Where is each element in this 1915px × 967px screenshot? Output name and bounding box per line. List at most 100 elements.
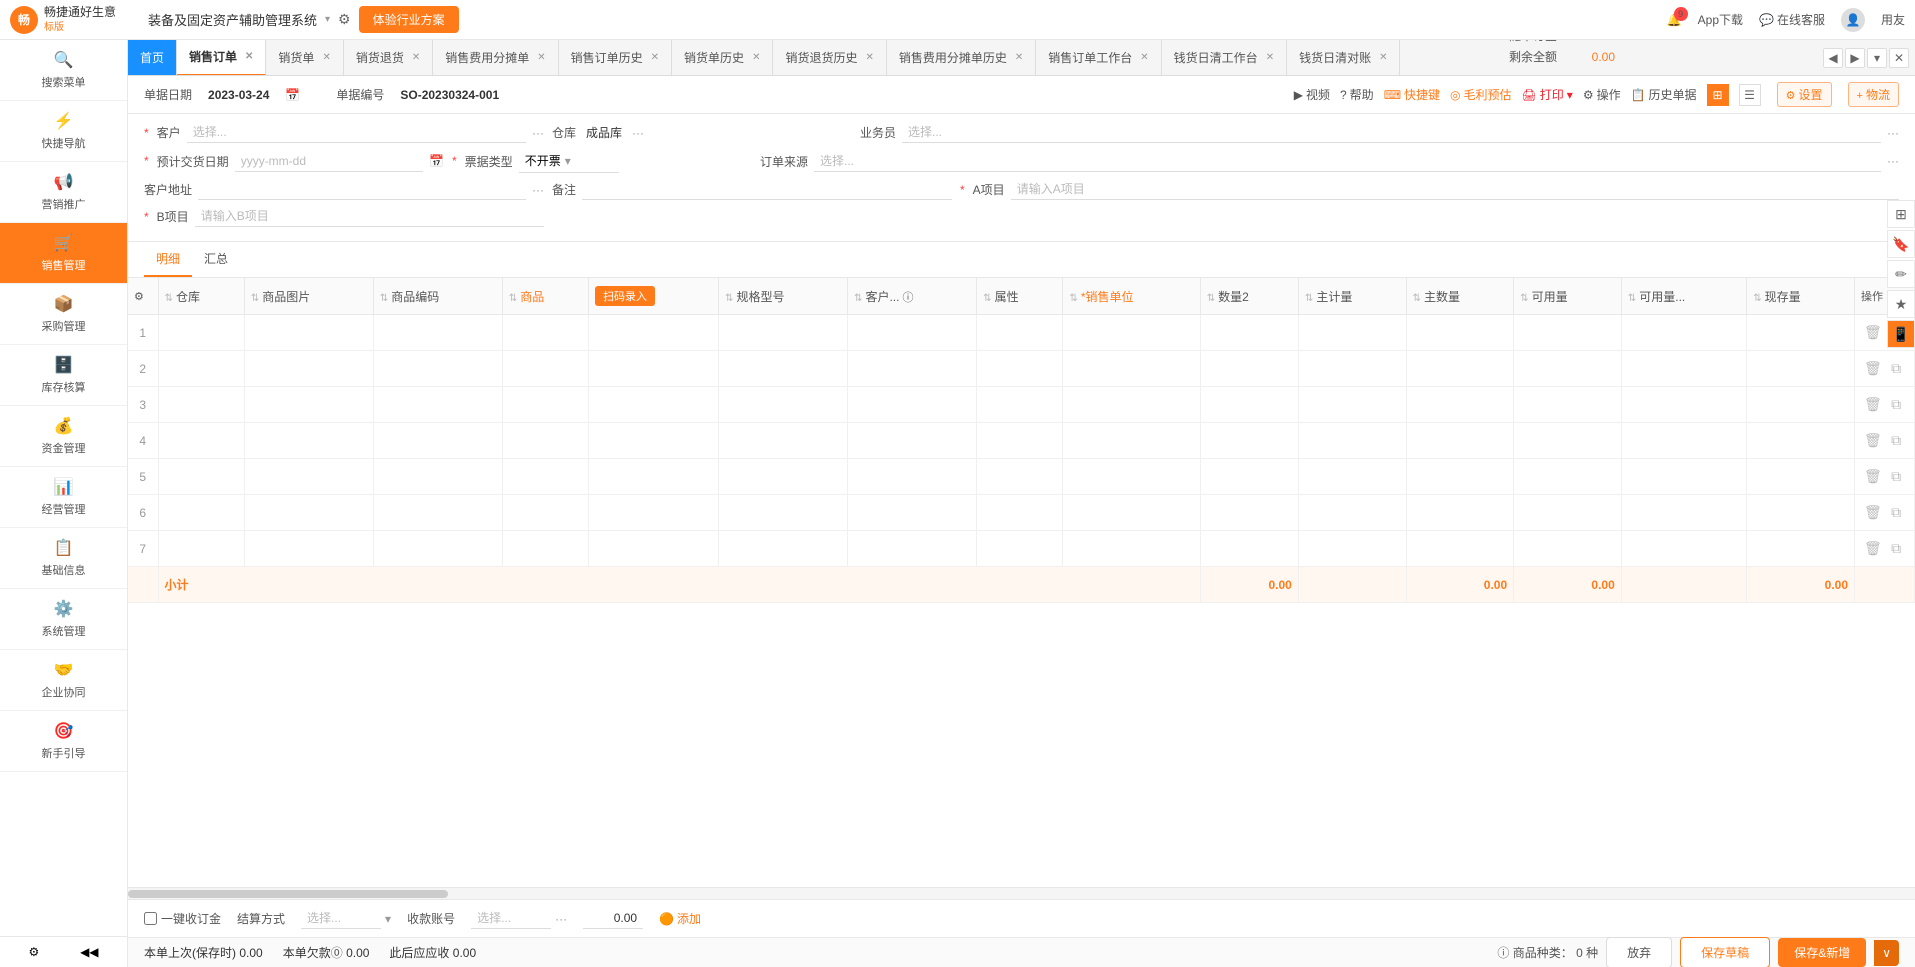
tab-home[interactable]: 首页 (128, 40, 177, 76)
warehouse-dots[interactable]: ··· (632, 126, 644, 140)
tab-sales-fee-history[interactable]: 销售费用分摊单历史 ✕ (887, 40, 1036, 76)
row-2-main-qty[interactable] (1406, 351, 1514, 387)
add-item-button[interactable]: + 物流 (1848, 82, 1900, 107)
customer-dots[interactable]: ··· (532, 126, 544, 140)
col-settings[interactable]: ⚙ (128, 278, 158, 315)
salesperson-input[interactable] (902, 122, 1881, 143)
discard-button[interactable]: 放弃 (1606, 937, 1672, 967)
tab-sales-return[interactable]: 销货单 ✕ (266, 40, 343, 76)
sidebar-item-system[interactable]: ⚙️ 系统管理 (0, 589, 127, 650)
sidebar-item-search[interactable]: 🔍 搜索菜单 (0, 40, 127, 101)
calendar-icon[interactable]: 📅 (285, 88, 300, 102)
scan-button[interactable]: 扫码录入 (595, 286, 655, 306)
order-source-dots[interactable]: ··· (1887, 154, 1899, 168)
tab-sales-order[interactable]: 销售订单 ✕ (177, 40, 266, 76)
row-1-available[interactable] (1514, 315, 1622, 351)
operation-link[interactable]: ⚙ 操作 (1583, 86, 1621, 103)
app-download-link[interactable]: App下载 (1698, 11, 1743, 28)
account-dots[interactable]: ··· (555, 912, 567, 926)
salesperson-dots[interactable]: ··· (1887, 126, 1899, 140)
sidebar-item-sales[interactable]: 🛒 销售管理 (0, 223, 127, 284)
row-4-delete-icon[interactable]: 🗑 (1864, 432, 1882, 448)
sidebar-item-quicknav[interactable]: ⚡ 快捷导航 (0, 101, 127, 162)
notification-icon[interactable]: 🔔 9 (1667, 13, 1682, 27)
row-5-delete-icon[interactable]: 🗑 (1864, 468, 1882, 484)
row-7-delete-icon[interactable]: 🗑 (1864, 540, 1882, 556)
view-link[interactable]: ▶ 视频 (1294, 86, 1330, 103)
row-2-delete-icon[interactable]: 🗑 (1864, 360, 1882, 376)
tab-cash-reconcile[interactable]: 钱货日清对账 ✕ (1287, 40, 1400, 76)
row-2-unit[interactable] (1063, 351, 1200, 387)
tab-next-button[interactable]: ▶ (1845, 48, 1865, 68)
row-3-delete-icon[interactable]: 🗑 (1864, 396, 1882, 412)
b-project-input[interactable] (195, 206, 544, 227)
history-link[interactable]: 📋 历史单据 (1631, 86, 1697, 103)
row-4-copy-icon[interactable]: ⧉ (1891, 432, 1901, 448)
invoice-type-select[interactable]: 不开票 ▾ (519, 149, 619, 173)
row-1-spec[interactable] (719, 315, 848, 351)
right-panel-btn-4[interactable]: ★ (1887, 290, 1915, 318)
tab-sales-order-workbench[interactable]: 销售订单工作台 ✕ (1036, 40, 1161, 76)
tab-close-sales-return[interactable]: ✕ (322, 52, 330, 63)
tab-sales-退货-history[interactable]: 销货退货历史 ✕ (773, 40, 886, 76)
row-1-code[interactable] (373, 315, 502, 351)
row-2-code[interactable] (373, 351, 502, 387)
tab-close-cash-daily[interactable]: ✕ (1266, 52, 1274, 63)
sidebar-item-finance[interactable]: 💰 资金管理 (0, 406, 127, 467)
row-6-copy-icon[interactable]: ⧉ (1891, 504, 1901, 520)
row-2-available[interactable] (1514, 351, 1622, 387)
row-1-available2[interactable] (1621, 315, 1746, 351)
row-1-delete-icon[interactable]: 🗑 (1864, 324, 1882, 340)
tab-detail[interactable]: 明细 (144, 242, 192, 277)
grid-view-button[interactable]: ⊞ (1707, 84, 1729, 106)
scrollbar-thumb[interactable] (128, 890, 448, 898)
one-click-checkbox[interactable] (144, 912, 157, 925)
setting-button[interactable]: ⚙ 设置 (1777, 82, 1832, 107)
tab-close-sales-退货-history[interactable]: ✕ (865, 52, 873, 63)
tab-sales-order-history[interactable]: 销售订单历史 ✕ (559, 40, 672, 76)
row-2-stock[interactable] (1747, 351, 1855, 387)
row-3-warehouse[interactable] (158, 387, 244, 423)
customer-input[interactable] (187, 122, 526, 143)
account-select[interactable]: ··· (471, 908, 567, 929)
notes-input[interactable] (582, 179, 952, 200)
account-input[interactable] (471, 908, 551, 929)
row-1-customer-code[interactable] (848, 315, 977, 351)
save-new-arrow-button[interactable]: ∨ (1874, 940, 1899, 966)
row-2-warehouse[interactable] (158, 351, 244, 387)
row-2-main-unit[interactable] (1298, 351, 1406, 387)
row-1-product[interactable] (502, 315, 588, 351)
row-2-qty2[interactable] (1200, 351, 1298, 387)
list-view-button[interactable]: ☰ (1739, 84, 1761, 106)
sidebar-item-purchase[interactable]: 📦 采购管理 (0, 284, 127, 345)
sidebar-item-operations[interactable]: 📊 经营管理 (0, 467, 127, 528)
row-2-product[interactable] (502, 351, 588, 387)
sidebar-item-guide[interactable]: 🎯 新手引导 (0, 711, 127, 772)
right-panel-btn-3[interactable]: ✏ (1887, 260, 1915, 288)
customer-address-input[interactable] (198, 179, 526, 200)
order-source-input[interactable] (814, 151, 1881, 172)
row-2-scan[interactable] (589, 351, 719, 387)
row-1-main-qty[interactable] (1406, 315, 1514, 351)
row-1-warehouse[interactable] (158, 315, 244, 351)
right-panel-btn-2[interactable]: 🔖 (1887, 230, 1915, 258)
shortcut-link[interactable]: ⌨ 快捷键 (1384, 86, 1440, 103)
scrollbar-area[interactable] (128, 887, 1915, 899)
tab-close-sales-order-workbench[interactable]: ✕ (1140, 52, 1148, 63)
row-2-spec[interactable] (719, 351, 848, 387)
settings-icon[interactable]: ⚙ (338, 11, 351, 28)
add-button[interactable]: 🟠 添加 (659, 910, 701, 927)
row-2-attribute[interactable] (977, 351, 1063, 387)
tab-menu-button[interactable]: ▾ (1867, 48, 1887, 68)
sidebar-item-basic[interactable]: 📋 基础信息 (0, 528, 127, 589)
row-1-unit[interactable] (1063, 315, 1200, 351)
row-1-attribute[interactable] (977, 315, 1063, 351)
tab-close-all-button[interactable]: ✕ (1889, 48, 1909, 68)
tab-close-sales-return-history[interactable]: ✕ (752, 52, 760, 63)
tab-prev-button[interactable]: ◀ (1823, 48, 1843, 68)
tab-close-cash-reconcile[interactable]: ✕ (1379, 52, 1387, 63)
print-link[interactable]: 🖨 打印 ▾ (1522, 86, 1573, 103)
row-1-qty2[interactable] (1200, 315, 1298, 351)
sidebar-item-marketing[interactable]: 📢 营销推广 (0, 162, 127, 223)
row-2-customer-code[interactable] (848, 351, 977, 387)
